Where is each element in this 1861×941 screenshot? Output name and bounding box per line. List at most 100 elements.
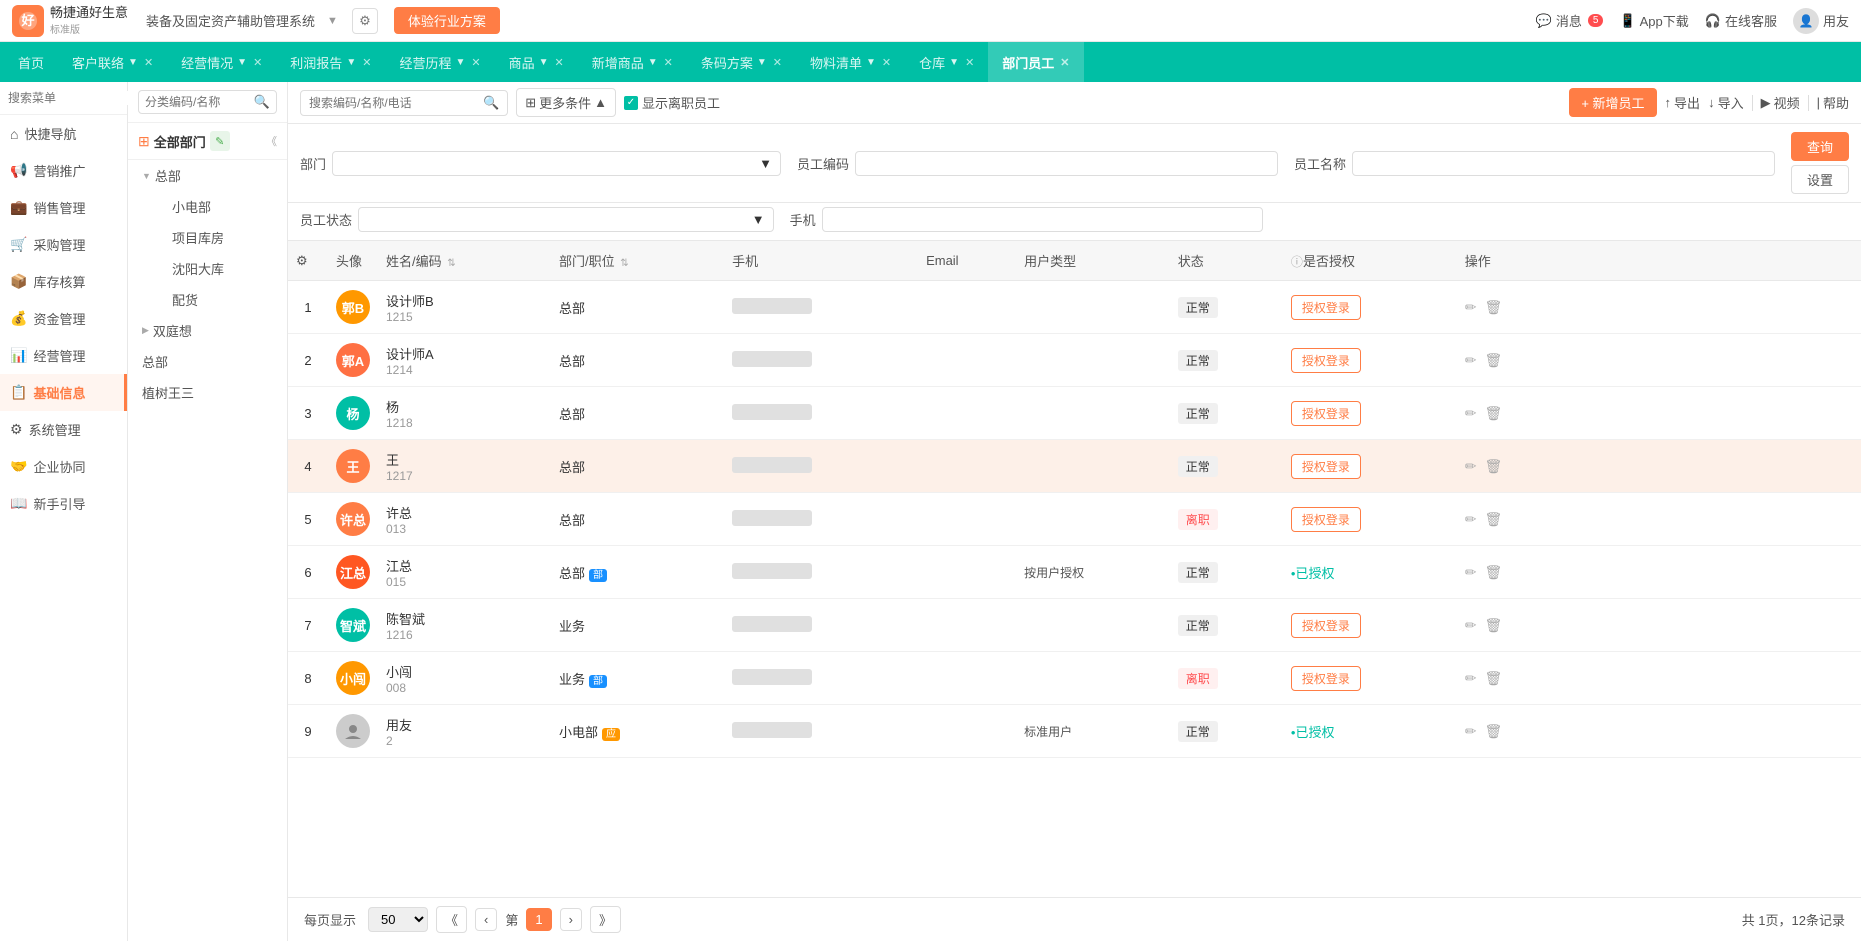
sidebar-item-guide[interactable]: 📖 新手引导 xyxy=(0,485,127,522)
more-filter-btn[interactable]: ⊞ 更多条件 ▲ xyxy=(516,88,616,117)
tab-goods[interactable]: 商品▼✕ xyxy=(495,42,578,82)
sidebar-item-business[interactable]: 📊 经营管理 xyxy=(0,337,127,374)
auth-login-button[interactable]: 授权登录 xyxy=(1291,613,1361,638)
dept-all-item[interactable]: ⊞ 全部部门 ✎ 《 xyxy=(128,123,287,160)
next-page-btn[interactable]: › xyxy=(560,908,582,931)
dept-node-zhishu[interactable]: 植树王三 xyxy=(128,377,287,408)
message-item[interactable]: 💬 消息 5 xyxy=(1536,11,1604,30)
tab-dept-emp-close[interactable]: ✕ xyxy=(1060,56,1069,69)
tab-dept-emp[interactable]: 部门员工✕ xyxy=(988,42,1083,82)
sidebar-item-marketing[interactable]: 📢 营销推广 xyxy=(0,152,127,189)
online-support-item[interactable]: 🎧 在线客服 xyxy=(1705,11,1777,30)
tab-warehouse[interactable]: 仓库▼✕ xyxy=(905,42,988,82)
first-page-btn[interactable]: 《 xyxy=(436,906,467,933)
filter-status-select[interactable]: ▼ xyxy=(358,207,774,232)
tab-history-close[interactable]: ✕ xyxy=(471,56,480,69)
video-btn[interactable]: ▶ 视频 xyxy=(1761,93,1800,112)
sidebar-item-system[interactable]: ⚙ 系统管理 xyxy=(0,411,127,448)
delete-icon[interactable]: 🗑 xyxy=(1484,352,1502,369)
auth-login-button[interactable]: 授权登录 xyxy=(1291,295,1361,320)
sidebar-item-finance[interactable]: 💰 资金管理 xyxy=(0,300,127,337)
col-settings[interactable]: ⚙ xyxy=(288,241,328,281)
auth-login-button[interactable]: 授权登录 xyxy=(1291,666,1361,691)
tab-add-goods-close[interactable]: ✕ xyxy=(664,56,673,69)
edit-icon[interactable]: ✏ xyxy=(1465,511,1477,528)
auth-login-button[interactable]: 授权登录 xyxy=(1291,348,1361,373)
import-btn[interactable]: ↓ 导入 xyxy=(1708,93,1744,112)
tab-goods-close[interactable]: ✕ xyxy=(555,56,564,69)
edit-icon[interactable]: ✏ xyxy=(1465,299,1477,316)
delete-icon[interactable]: 🗑 xyxy=(1484,458,1502,475)
per-page-select[interactable]: 50 20 100 xyxy=(368,907,428,932)
edit-icon[interactable]: ✏ xyxy=(1465,352,1477,369)
auth-login-button[interactable]: 授权登录 xyxy=(1291,454,1361,479)
prev-page-btn[interactable]: ‹ xyxy=(475,908,497,931)
sidebar-item-collab[interactable]: 🤝 企业协同 xyxy=(0,448,127,485)
edit-icon[interactable]: ✏ xyxy=(1465,723,1477,740)
dept-node-shuanting[interactable]: ▶ 双庭想 xyxy=(128,315,287,346)
tab-profit[interactable]: 利润报告▼✕ xyxy=(276,42,385,82)
settings-icon[interactable]: ⚙ xyxy=(352,8,378,34)
dept-node-project[interactable]: 项目库房 xyxy=(148,222,287,253)
filter-empcode-input[interactable] xyxy=(855,151,1278,176)
tab-barcode[interactable]: 条码方案▼✕ xyxy=(687,42,796,82)
sidebar-item-quicknav[interactable]: ⌂ 快捷导航 xyxy=(0,115,127,152)
filter-phone-input[interactable] xyxy=(822,207,1264,232)
edit-icon[interactable]: ✏ xyxy=(1465,617,1477,634)
filter-dept-select[interactable]: ▼ xyxy=(332,151,781,176)
tab-operations[interactable]: 经营情况▼✕ xyxy=(167,42,276,82)
app-download-item[interactable]: 📱 App下载 xyxy=(1619,11,1688,30)
delete-icon[interactable]: 🗑 xyxy=(1484,564,1502,581)
auth-login-button[interactable]: 授权登录 xyxy=(1291,401,1361,426)
query-button[interactable]: 查询 xyxy=(1791,132,1849,161)
sidebar-item-purchase[interactable]: 🛒 采购管理 xyxy=(0,226,127,263)
last-page-btn[interactable]: 》 xyxy=(590,906,621,933)
delete-icon[interactable]: 🗑 xyxy=(1484,723,1502,740)
tab-customer[interactable]: 客户联络▼✕ xyxy=(58,42,167,82)
edit-icon[interactable]: ✏ xyxy=(1465,405,1477,422)
tab-bom-close[interactable]: ✕ xyxy=(882,56,891,69)
sidebar-item-inventory[interactable]: 📦 库存核算 xyxy=(0,263,127,300)
add-employee-button[interactable]: + 新增员工 xyxy=(1569,88,1656,117)
user-item[interactable]: 👤 用友 xyxy=(1793,8,1849,34)
edit-icon[interactable]: ✏ xyxy=(1465,564,1477,581)
delete-icon[interactable]: 🗑 xyxy=(1484,617,1502,634)
delete-icon[interactable]: 🗑 xyxy=(1484,405,1502,422)
dept-node-xiaodian[interactable]: 小电部 xyxy=(148,191,287,222)
sidebar-item-basic[interactable]: 📋 基础信息 xyxy=(0,374,127,411)
col-name[interactable]: 姓名/编码 ⇅ xyxy=(378,241,551,281)
delete-icon[interactable]: 🗑 xyxy=(1484,670,1502,687)
emp-search-input[interactable] xyxy=(309,96,479,110)
set-button[interactable]: 设置 xyxy=(1791,165,1849,194)
dept-node-hq[interactable]: ▼ 总部 xyxy=(128,160,287,191)
tab-profit-close[interactable]: ✕ xyxy=(362,56,371,69)
delete-icon[interactable]: 🗑 xyxy=(1484,299,1502,316)
edit-icon[interactable]: ✏ xyxy=(1465,670,1477,687)
sidebar-item-sales[interactable]: 💼 销售管理 xyxy=(0,189,127,226)
dept-node-peihu[interactable]: 配货 xyxy=(148,284,287,315)
tab-customer-close[interactable]: ✕ xyxy=(144,56,153,69)
dept-collapse-icon[interactable]: 《 xyxy=(266,133,277,149)
current-page-btn[interactable]: 1 xyxy=(526,908,551,931)
dept-search-input[interactable] xyxy=(145,95,250,109)
tab-add-goods[interactable]: 新增商品▼✕ xyxy=(578,42,687,82)
show-resigned-toggle[interactable]: ✓ 显示离职员工 xyxy=(624,93,720,112)
tab-warehouse-close[interactable]: ✕ xyxy=(965,56,974,69)
trial-button[interactable]: 体验行业方案 xyxy=(394,7,500,34)
auth-login-button[interactable]: 授权登录 xyxy=(1291,507,1361,532)
delete-icon[interactable]: 🗑 xyxy=(1484,511,1502,528)
filter-empname-input[interactable] xyxy=(1352,151,1775,176)
dept-edit-icon[interactable]: ✎ xyxy=(210,131,230,151)
tab-operations-close[interactable]: ✕ xyxy=(253,56,262,69)
export-btn[interactable]: ↑ 导出 xyxy=(1665,93,1701,112)
dept-node-shenyang[interactable]: 沈阳大库 xyxy=(148,253,287,284)
dept-node-zongbu[interactable]: 总部 xyxy=(128,346,287,377)
system-title-arrow[interactable]: ▼ xyxy=(327,15,338,27)
help-btn[interactable]: | 帮助 xyxy=(1817,93,1849,112)
tab-home[interactable]: 首页 xyxy=(4,42,58,82)
tab-bom[interactable]: 物料清单▼✕ xyxy=(796,42,905,82)
tab-barcode-close[interactable]: ✕ xyxy=(773,56,782,69)
edit-icon[interactable]: ✏ xyxy=(1465,458,1477,475)
tab-history[interactable]: 经营历程▼✕ xyxy=(385,42,494,82)
col-dept[interactable]: 部门/职位 ⇅ xyxy=(551,241,724,281)
